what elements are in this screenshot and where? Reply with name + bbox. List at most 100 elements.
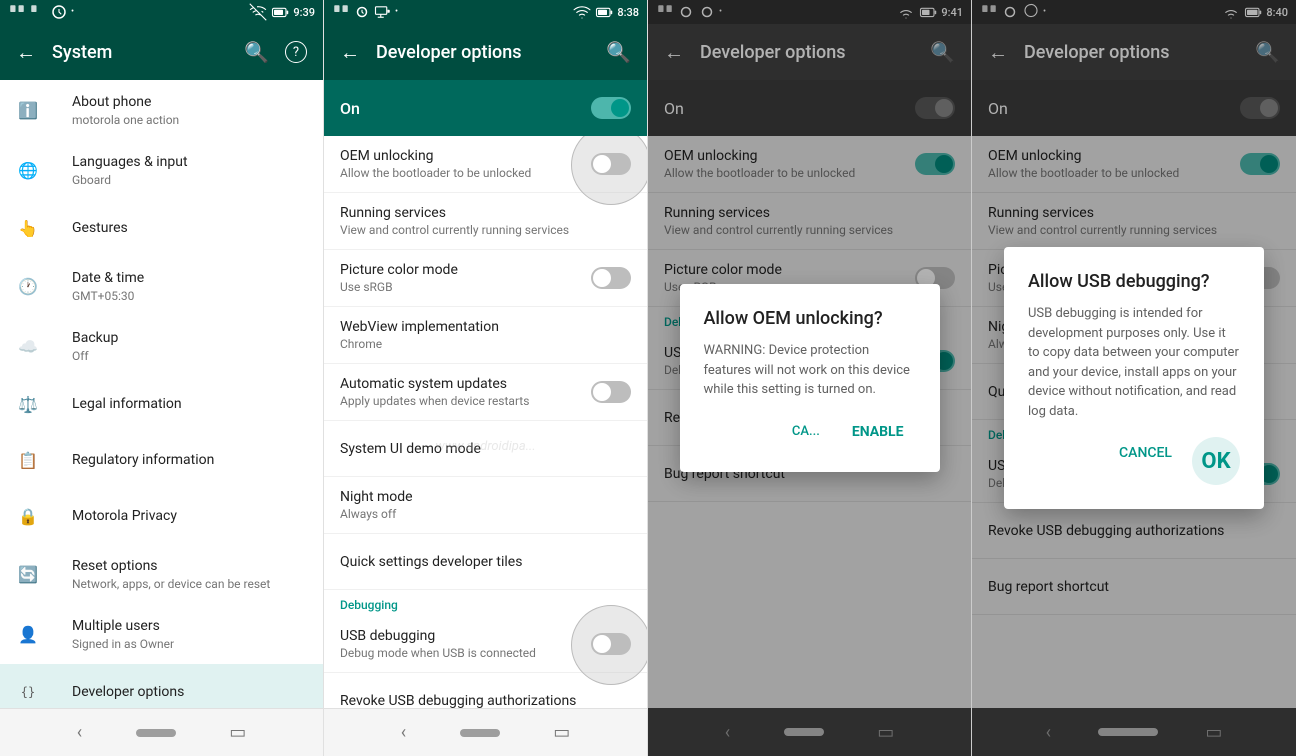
dev-item-revoke-2[interactable]: Revoke USB debugging authorizations: [324, 673, 647, 708]
nav-back-1[interactable]: ‹: [77, 722, 82, 743]
usb-dialog-cancel[interactable]: Cancel: [1107, 437, 1184, 485]
dev-item-colormode-2[interactable]: Picture color mode Use sRGB: [324, 250, 647, 307]
nav-recents-1[interactable]: ▭: [229, 722, 246, 743]
revoke-title-2: Revoke USB debugging authorizations: [340, 693, 631, 709]
oem-toggle-2[interactable]: [591, 153, 631, 175]
about-phone-subtitle: motorola one action: [72, 112, 307, 128]
usb-dialog-content: USB debugging is intended for developmen…: [1028, 304, 1240, 421]
autoupdates-toggle-2[interactable]: [591, 381, 631, 403]
usb-dialog-actions: Cancel OK: [1028, 437, 1240, 485]
settings-item-gestures[interactable]: 👆 Gestures: [0, 200, 323, 256]
oem-toggle-thumb-2: [593, 155, 611, 173]
backup-title: Backup: [72, 328, 307, 348]
dev-item-usb-2[interactable]: USB debugging Debug mode when USB is con…: [324, 616, 647, 673]
users-icon: 👤: [16, 622, 40, 646]
dev-item-nightmode-2[interactable]: Night mode Always off: [324, 477, 647, 534]
nav-recents-2[interactable]: ▭: [553, 722, 570, 743]
dev-content-2: OEM unlocking Allow the bootloader to be…: [324, 136, 647, 708]
settings-item-privacy[interactable]: 🔒 Motorola Privacy: [0, 488, 323, 544]
settings-item-legal[interactable]: ⚖️ Legal information: [0, 376, 323, 432]
status-bar-right-2: 8:38: [573, 3, 639, 21]
app-bar-title-2: Developer options: [376, 42, 590, 63]
webview-title-2: WebView implementation: [340, 319, 631, 335]
gestures-title: Gestures: [72, 218, 307, 238]
usb-dialog-overlay: Allow USB debugging? USB debugging is in…: [972, 0, 1296, 756]
status-bar-left-1: •: [8, 3, 74, 21]
nightmode-subtitle-2: Always off: [340, 507, 631, 521]
reset-subtitle: Network, apps, or device can be reset: [72, 576, 307, 592]
usb-dialog-ok[interactable]: OK: [1192, 437, 1240, 485]
settings-item-reset[interactable]: 🔄 Reset options Network, apps, or device…: [0, 544, 323, 604]
dev-item-demo-2[interactable]: System UI demo mode: [324, 421, 647, 477]
usb-dialog: Allow USB debugging? USB debugging is in…: [1004, 247, 1264, 509]
dev-item-webview-2[interactable]: WebView implementation Chrome: [324, 307, 647, 364]
oem-dialog: Allow OEM unlocking? WARNING: Device pro…: [680, 284, 940, 472]
users-title: Multiple users: [72, 616, 307, 636]
search-icon-2[interactable]: 🔍: [606, 40, 631, 64]
dev-item-autoupdates-2[interactable]: Automatic system updates Apply updates w…: [324, 364, 647, 421]
nav-home-2[interactable]: [460, 729, 500, 737]
nav-bar-2: ‹ ▭: [324, 708, 647, 756]
users-subtitle: Signed in as Owner: [72, 636, 307, 652]
regulatory-icon: 📋: [16, 448, 40, 472]
legal-title: Legal information: [72, 394, 307, 414]
search-icon-1[interactable]: 🔍: [244, 40, 269, 64]
privacy-icon: 🔒: [16, 504, 40, 528]
settings-item-backup[interactable]: ☁️ Backup Off: [0, 316, 323, 376]
status-time-2: 8:38: [617, 6, 639, 19]
colormode-toggle-2[interactable]: [591, 267, 631, 289]
oem-subtitle-2: Allow the bootloader to be unlocked: [340, 166, 591, 180]
dev-item-oem-2[interactable]: OEM unlocking Allow the bootloader to be…: [324, 136, 647, 193]
about-phone-title: About phone: [72, 92, 307, 112]
developer-options-panel-1: • 8:38 ← Developer options 🔍 On: [324, 0, 648, 756]
app-bar-2: ← Developer options 🔍: [324, 24, 647, 80]
system-settings-panel: • 9:39 ← System 🔍 ? ℹ️ About phone motor…: [0, 0, 324, 756]
developer-options-panel-3: • 8:40 ← Developer options 🔍 On: [972, 0, 1296, 756]
settings-item-about-phone[interactable]: ℹ️ About phone motorola one action: [0, 80, 323, 140]
status-bar-1: • 9:39: [0, 0, 323, 24]
demo-title-2: System UI demo mode: [340, 441, 631, 457]
usb-title-2: USB debugging: [340, 628, 591, 644]
back-icon-1[interactable]: ←: [16, 40, 36, 65]
usb-item-wrapper-2: USB debugging Debug mode when USB is con…: [324, 616, 647, 673]
developer-options-panel-2: • 9:41 ← Developer options 🔍 On: [648, 0, 972, 756]
autoupdates-toggle-thumb-2: [593, 383, 611, 401]
settings-list-1: ℹ️ About phone motorola one action 🌐 Lan…: [0, 80, 323, 708]
settings-item-languages[interactable]: 🌐 Languages & input Gboard: [0, 140, 323, 200]
qstiles-title-2: Quick settings developer tiles: [340, 554, 631, 570]
developer-on-row-2[interactable]: On: [324, 80, 647, 136]
oem-dialog-cancel[interactable]: Ca...: [780, 416, 832, 448]
oem-title-2: OEM unlocking: [340, 148, 591, 164]
dev-item-qstiles-2[interactable]: Quick settings developer tiles: [324, 534, 647, 590]
legal-icon: ⚖️: [16, 392, 40, 416]
autoupdates-subtitle-2: Apply updates when device restarts: [340, 394, 591, 408]
settings-item-developer[interactable]: {} Developer options: [0, 664, 323, 708]
oem-dialog-content: WARNING: Device protection features will…: [704, 341, 916, 400]
dev-item-running-2[interactable]: Running services View and control curren…: [324, 193, 647, 250]
app-bar-1: ← System 🔍 ?: [0, 24, 323, 80]
nightmode-title-2: Night mode: [340, 489, 631, 505]
nav-back-2[interactable]: ‹: [401, 722, 406, 743]
app-bar-title-1: System: [52, 42, 228, 63]
settings-item-regulatory[interactable]: 📋 Regulatory information: [0, 432, 323, 488]
developer-on-title-2: On: [340, 99, 360, 118]
colormode-subtitle-2: Use sRGB: [340, 280, 591, 294]
settings-item-users[interactable]: 👤 Multiple users Signed in as Owner: [0, 604, 323, 664]
settings-item-datetime[interactable]: 🕐 Date & time GMT+05:30: [0, 256, 323, 316]
datetime-title: Date & time: [72, 268, 307, 288]
developer-title: Developer options: [72, 682, 307, 702]
languages-icon: 🌐: [16, 158, 40, 182]
usb-dialog-title: Allow USB debugging?: [1028, 271, 1240, 292]
nav-home-1[interactable]: [136, 729, 176, 737]
back-icon-2[interactable]: ←: [340, 40, 360, 65]
oem-dialog-enable[interactable]: Enable: [840, 416, 916, 448]
running-title-2: Running services: [340, 205, 631, 221]
status-bar-left-2: •: [332, 3, 398, 21]
usb-toggle-2[interactable]: [591, 633, 631, 655]
oem-dialog-title: Allow OEM unlocking?: [704, 308, 916, 329]
developer-toggle-2[interactable]: [591, 97, 631, 119]
help-icon-1[interactable]: ?: [285, 41, 307, 63]
languages-subtitle: Gboard: [72, 172, 307, 188]
colormode-title-2: Picture color mode: [340, 262, 591, 278]
colormode-toggle-thumb-2: [593, 269, 611, 287]
